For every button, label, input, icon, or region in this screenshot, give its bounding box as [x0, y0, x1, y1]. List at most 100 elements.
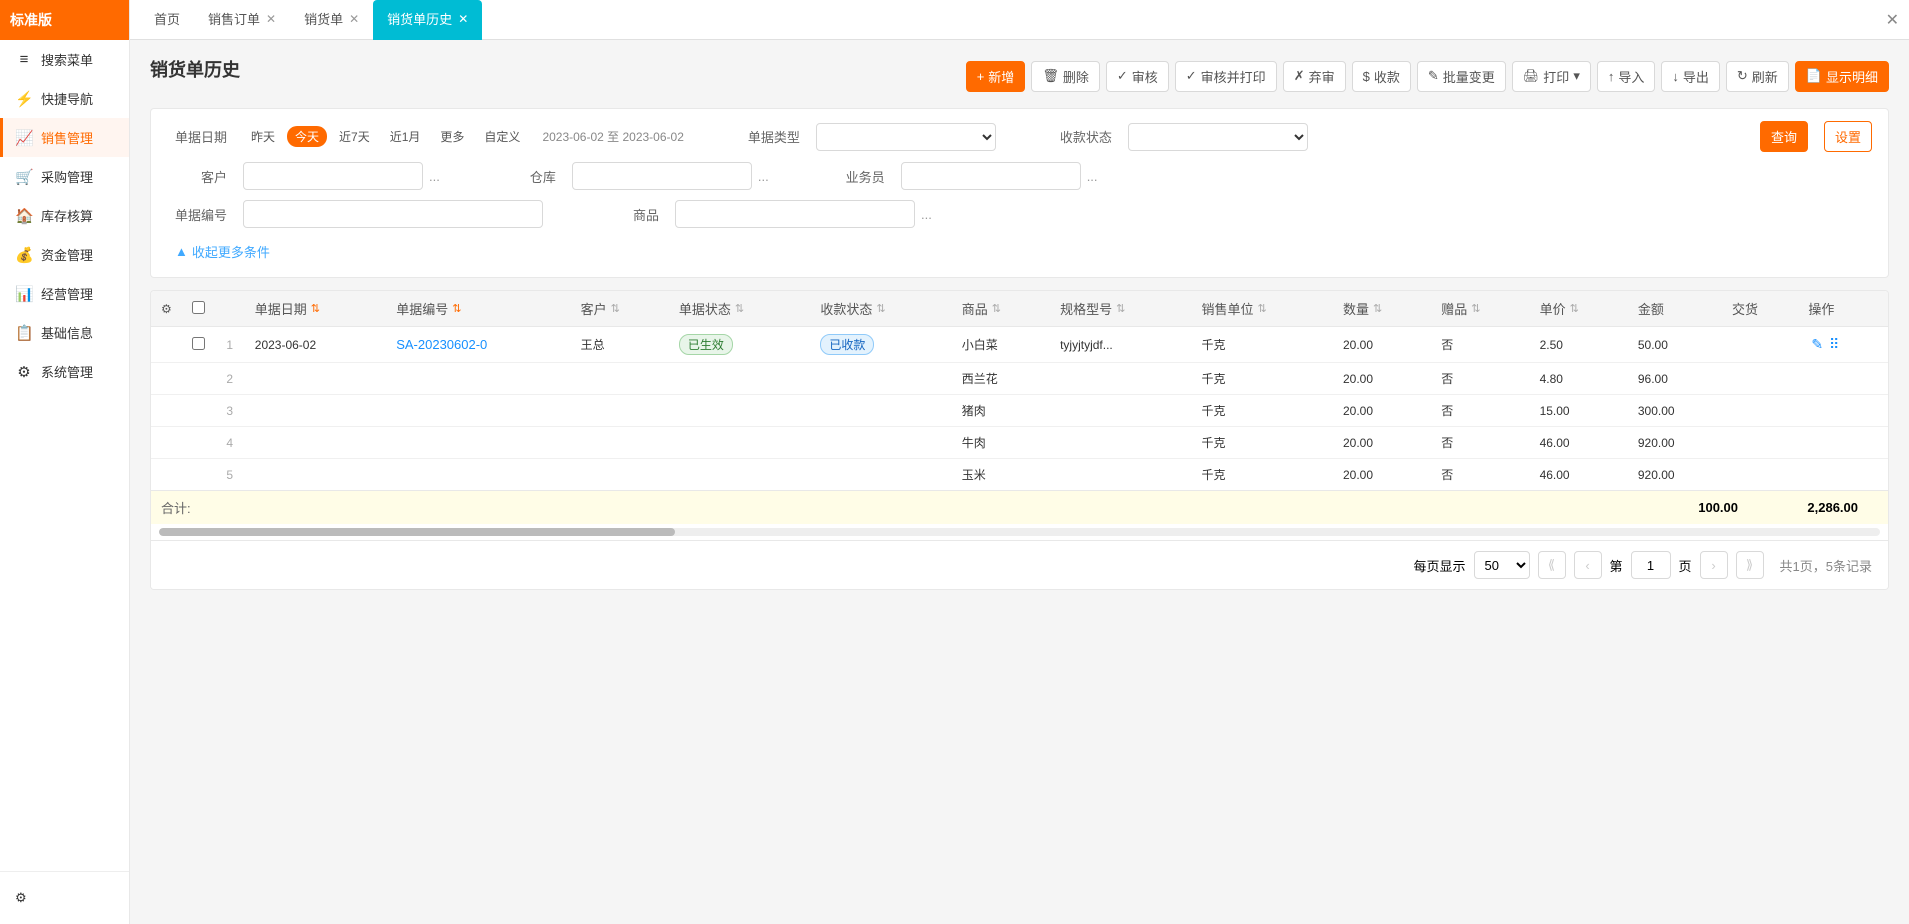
sidebar-item-inventory-calc[interactable]: 🏠 库存核算 — [0, 196, 129, 235]
tab-sales-goods-history-close[interactable]: ✕ — [458, 12, 468, 26]
goods-input[interactable] — [675, 200, 915, 228]
add-label: 新增 — [988, 67, 1014, 86]
sidebar-item-basic-info[interactable]: 📋 基础信息 — [0, 313, 129, 352]
sort-spec-icon[interactable]: ⇅ — [1116, 302, 1125, 315]
sidebar-item-search-menu[interactable]: ≡ 搜索菜单 — [0, 40, 129, 79]
batch-change-button[interactable]: ✎ 批量变更 — [1417, 61, 1506, 92]
refresh-button[interactable]: ↻ 刷新 — [1726, 61, 1789, 92]
print-button[interactable]: 🖨 打印 ▾ — [1512, 61, 1591, 92]
customer-input[interactable] — [243, 162, 423, 190]
row-doc-no[interactable]: SA-20230602-0 — [386, 327, 570, 363]
tab-sales-order[interactable]: 销售订单 ✕ — [194, 0, 290, 40]
tab-sales-order-close[interactable]: ✕ — [266, 12, 276, 26]
th-doc-date[interactable]: 单据日期⇅ — [245, 291, 386, 327]
date-btn-more[interactable]: 更多 — [432, 126, 472, 147]
customer-ellipsis[interactable]: ... — [429, 169, 440, 184]
sort-gift-icon[interactable]: ⇅ — [1471, 302, 1480, 315]
sort-qty-icon[interactable]: ⇅ — [1373, 302, 1382, 315]
sort-doc-status-icon[interactable]: ⇅ — [735, 302, 744, 315]
approve-button[interactable]: ✓ 审核 — [1106, 61, 1169, 92]
goods-ellipsis[interactable]: ... — [921, 207, 932, 222]
approve-print-button[interactable]: ✓ 审核并打印 — [1175, 61, 1277, 92]
sidebar-item-ops-mgmt[interactable]: 📊 经营管理 — [0, 274, 129, 313]
sidebar-item-purchase-mgmt[interactable]: 🛒 采购管理 — [0, 157, 129, 196]
row-checkbox[interactable] — [182, 427, 215, 459]
import-button[interactable]: ↑ 导入 — [1597, 61, 1656, 92]
th-gift[interactable]: 赠品⇅ — [1431, 291, 1529, 327]
row-check-input[interactable] — [192, 337, 205, 350]
export-button[interactable]: ↓ 导出 — [1661, 61, 1720, 92]
tab-sales-goods-close[interactable]: ✕ — [349, 12, 359, 26]
row-checkbox[interactable] — [182, 327, 215, 363]
sort-collect-status-icon[interactable]: ⇅ — [876, 302, 885, 315]
sidebar-item-sales-mgmt[interactable]: 📈 销售管理 — [0, 118, 129, 157]
per-page-select[interactable]: 50 10 20 100 — [1474, 551, 1530, 579]
sidebar-item-label: 快捷导航 — [41, 89, 93, 108]
collect-status-select[interactable] — [1128, 123, 1308, 151]
show-detail-button[interactable]: 📄 显示明细 — [1795, 61, 1889, 92]
select-all-checkbox[interactable] — [192, 301, 205, 314]
next-page-button[interactable]: › — [1700, 551, 1728, 579]
collapse-more-btn[interactable]: ▲ 收起更多条件 — [167, 238, 1872, 265]
sort-price-icon[interactable]: ⇅ — [1570, 302, 1579, 315]
sidebar-item-quick-nav[interactable]: ⚡ 快捷导航 — [0, 79, 129, 118]
collect-button[interactable]: $ 收款 — [1352, 61, 1411, 92]
th-goods[interactable]: 商品⇅ — [952, 291, 1050, 327]
salesperson-input[interactable] — [901, 162, 1081, 190]
date-btn-1month[interactable]: 近1月 — [382, 126, 429, 147]
th-settings[interactable]: ⚙ — [151, 291, 182, 327]
first-page-button[interactable]: ⟪ — [1538, 551, 1566, 579]
row-doc-date — [245, 363, 386, 395]
row-goods: 玉米 — [952, 459, 1050, 491]
settings-button[interactable]: 设置 — [1824, 121, 1872, 152]
delete-button[interactable]: 🗑 删除 — [1031, 61, 1100, 92]
tab-sales-goods-history[interactable]: 销货单历史 ✕ — [373, 0, 482, 40]
tab-sales-goods[interactable]: 销货单 ✕ — [290, 0, 373, 40]
edit-icon[interactable]: ✎ — [1811, 336, 1823, 352]
warehouse-ellipsis[interactable]: ... — [758, 169, 769, 184]
th-checkbox[interactable] — [182, 291, 215, 327]
sidebar-item-sys-mgmt[interactable]: ⚙ 系统管理 — [0, 352, 129, 391]
date-btn-yesterday[interactable]: 昨天 — [243, 126, 283, 147]
sidebar-item-finance-mgmt[interactable]: 💰 资金管理 — [0, 235, 129, 274]
query-button[interactable]: 查询 — [1760, 121, 1808, 152]
doc-type-select[interactable] — [816, 123, 996, 151]
last-page-button[interactable]: ⟫ — [1736, 551, 1764, 579]
doc-no-input[interactable] — [243, 200, 543, 228]
th-customer[interactable]: 客户⇅ — [571, 291, 669, 327]
th-doc-no[interactable]: 单据编号⇅ — [386, 291, 570, 327]
row-doc-no[interactable] — [386, 459, 570, 491]
sort-customer-icon[interactable]: ⇅ — [611, 302, 620, 315]
row-num: 2 — [215, 363, 245, 395]
sort-unit-icon[interactable]: ⇅ — [1258, 302, 1267, 315]
add-button[interactable]: + 新增 — [966, 61, 1026, 92]
date-btn-custom[interactable]: 自定义 — [476, 126, 528, 147]
warehouse-input[interactable] — [572, 162, 752, 190]
salesperson-ellipsis[interactable]: ... — [1087, 169, 1098, 184]
date-btn-today[interactable]: 今天 — [287, 126, 327, 147]
sort-goods-icon[interactable]: ⇅ — [992, 302, 1001, 315]
th-unit[interactable]: 销售单位⇅ — [1192, 291, 1333, 327]
th-qty[interactable]: 数量⇅ — [1333, 291, 1431, 327]
sort-doc-no-icon[interactable]: ⇅ — [452, 302, 461, 315]
date-btn-7days[interactable]: 近7天 — [331, 126, 378, 147]
row-checkbox[interactable] — [182, 459, 215, 491]
row-checkbox[interactable] — [182, 395, 215, 427]
tab-bar-close[interactable]: ✕ — [1886, 10, 1899, 30]
th-doc-status[interactable]: 单据状态⇅ — [669, 291, 810, 327]
th-collect-status[interactable]: 收款状态⇅ — [810, 291, 951, 327]
sidebar-bottom-item1[interactable]: ⚙ — [0, 880, 129, 916]
row-checkbox[interactable] — [182, 363, 215, 395]
row-doc-no[interactable] — [386, 363, 570, 395]
th-price[interactable]: 单价⇅ — [1530, 291, 1628, 327]
prev-page-button[interactable]: ‹ — [1574, 551, 1602, 579]
page-input[interactable] — [1631, 551, 1671, 579]
tab-home[interactable]: 首页 — [140, 0, 194, 40]
row-doc-no[interactable] — [386, 395, 570, 427]
doc-no-link[interactable]: SA-20230602-0 — [396, 337, 487, 352]
more-icon[interactable]: ⠿ — [1829, 336, 1839, 352]
abandon-button[interactable]: ✗ 弃审 — [1283, 61, 1346, 92]
sort-doc-date-icon[interactable]: ⇅ — [311, 302, 320, 315]
th-spec[interactable]: 规格型号⇅ — [1050, 291, 1191, 327]
row-doc-no[interactable] — [386, 427, 570, 459]
